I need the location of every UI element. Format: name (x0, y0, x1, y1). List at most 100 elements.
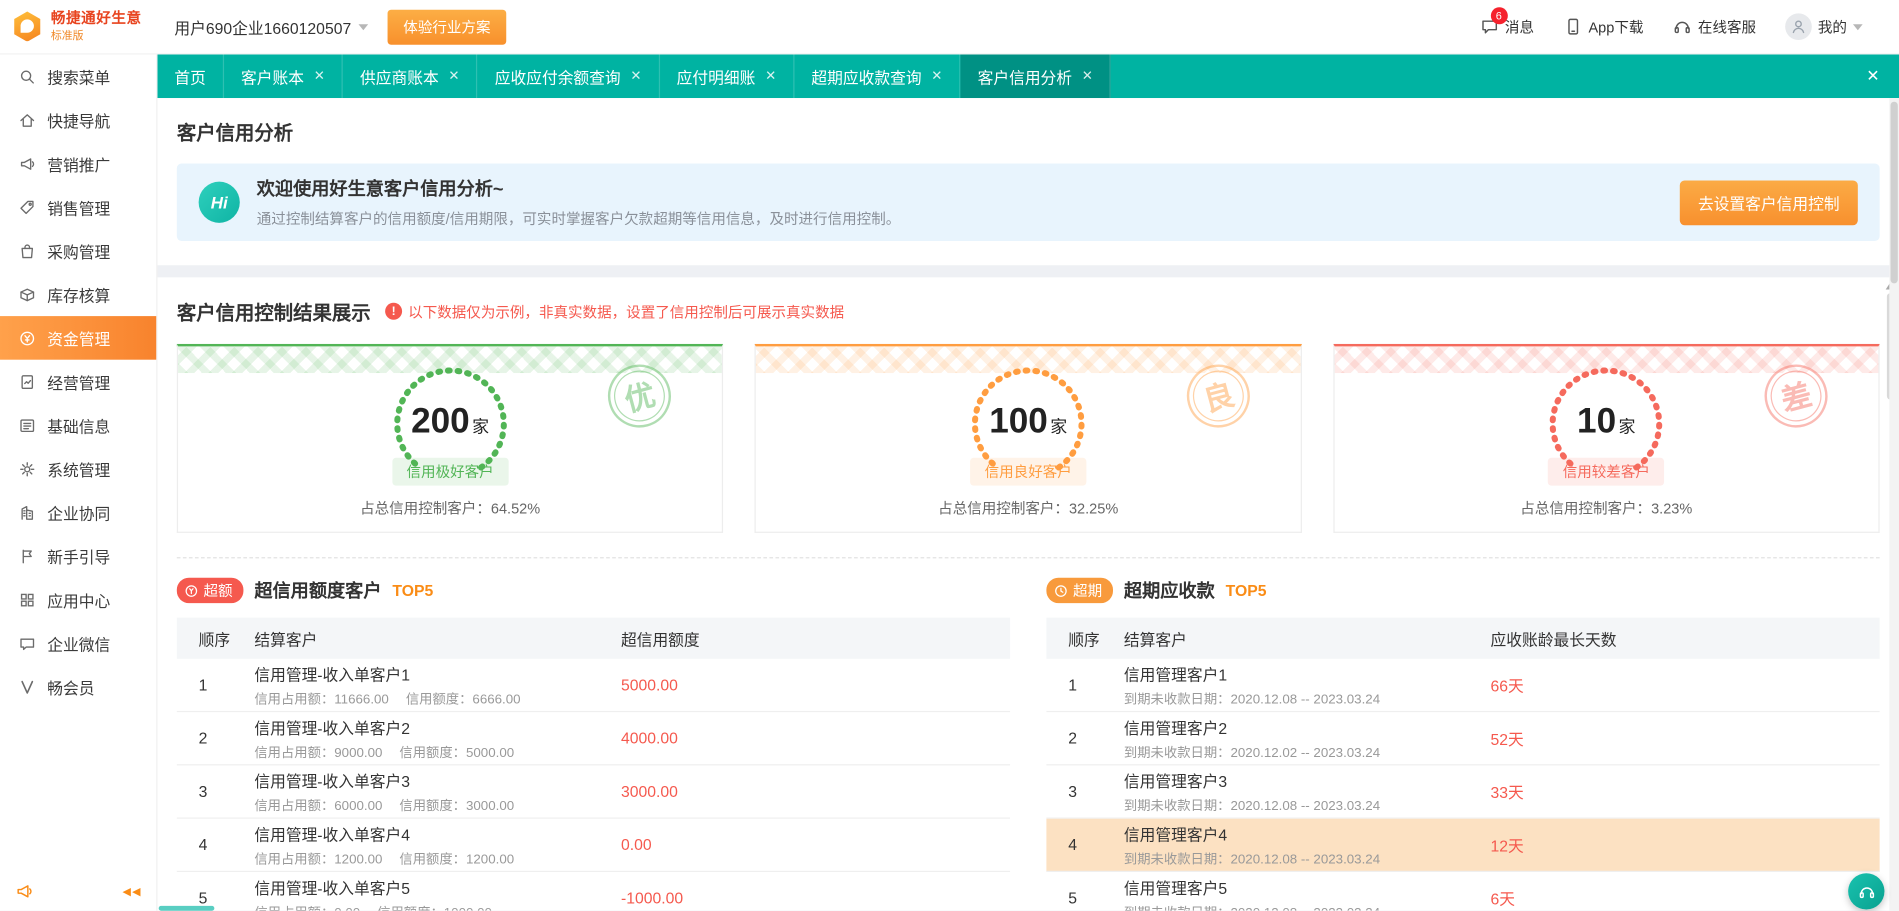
table-row[interactable]: 1 信用管理客户1 到期未收款日期：2020.12.08 -- 2023.03.… (1046, 659, 1880, 713)
credit-limit: 信用额度：6666.00 (405, 692, 521, 707)
sidebar-item-collaboration[interactable]: 企业协同 (0, 490, 156, 534)
clock-icon (1055, 584, 1067, 597)
credit-card-good: 良 100 家 信用良好客户 占总信用控制客户：32.25% (754, 343, 1302, 533)
banner-title: 欢迎使用好生意客户信用分析~ (256, 179, 504, 200)
table-row[interactable]: 5 信用管理-收入单客户5 信用占用额：0.00 信用额度：1000.00 -10… (177, 872, 1010, 911)
phone-icon (1567, 18, 1578, 35)
page-credit-analysis: 客户信用分析 Hi 欢迎使用好生意客户信用分析~ 通过控制结算客户的信用额度/信… (157, 98, 1899, 911)
trial-solution-button[interactable]: 体验行业方案 (387, 9, 507, 45)
credit-occupied: 信用占用额：11666.00 (254, 692, 389, 707)
collapse-sidebar-icon[interactable] (123, 885, 142, 898)
row-index: 2 (198, 729, 208, 748)
credit-level-badge: 信用极好客户 (391, 457, 509, 486)
app-download-button[interactable]: App下载 (1563, 16, 1643, 37)
customer-count: 200 (411, 402, 470, 441)
sidebar-item-search-menu[interactable]: 搜索菜单 (0, 54, 156, 98)
tab-label: 超期应收款查询 (811, 68, 922, 87)
table-row-highlighted[interactable]: 4 信用管理客户4 到期未收款日期：2020.12.08 -- 2023.03.… (1046, 818, 1880, 872)
tab-close-icon[interactable] (630, 70, 641, 83)
horizontal-scrollbar-thumb[interactable] (158, 905, 215, 911)
tab-close-icon[interactable] (448, 70, 459, 83)
sidebar-item-guide[interactable]: 新手引导 (0, 534, 156, 578)
overdue-period: 到期未收款日期：2020.12.08 -- 2023.03.24 (1123, 798, 1381, 814)
online-support-button[interactable]: 在线客服 (1672, 16, 1756, 37)
sidebar-item-inventory[interactable]: 库存核算 (0, 272, 156, 316)
setup-credit-control-button[interactable]: 去设置客户信用控制 (1679, 179, 1858, 225)
tab-supplier-ledger[interactable]: 供应商账本 (343, 54, 478, 99)
profile-button[interactable]: 我的 (1785, 13, 1863, 40)
logo-edition-badge: 标准版 (50, 28, 84, 41)
grid-icon (20, 593, 34, 606)
tab-customer-ledger[interactable]: 客户账本 (224, 54, 344, 99)
tab-close-icon[interactable] (765, 70, 776, 83)
sidebar-item-operations[interactable]: 经营管理 (0, 360, 156, 404)
tab-close-icon[interactable] (931, 70, 942, 83)
sidebar-item-sales[interactable]: 销售管理 (0, 185, 156, 229)
sidebar-item-label: 经营管理 (47, 373, 111, 392)
announcement-icon[interactable] (15, 882, 34, 901)
tab-close-icon[interactable] (1082, 70, 1093, 83)
badge-label: 超期 (1073, 582, 1103, 600)
customer-name: 信用管理客户3 (1123, 772, 1228, 791)
tab-close-icon[interactable] (314, 70, 325, 83)
sidebar-item-label: 畅会员 (47, 678, 95, 697)
credit-cards: 优 200 家 信用极好客户 占总信用控制客户：64.52% 良 100 家 信… (176, 343, 1880, 533)
tab-ap-detail[interactable]: 应付明细账 (660, 54, 795, 99)
table-row[interactable]: 1 信用管理-收入单客户1 信用占用额：11666.00 信用额度：6666.00… (176, 659, 1011, 713)
table-row[interactable]: 2 信用管理-收入单客户2 信用占用额：9000.00 信用额度：5000.00 … (176, 712, 1011, 766)
share-text: 占总信用控制客户：32.25% (938, 500, 1119, 518)
tab-ar-ap-balance[interactable]: 应收应付余额查询 (478, 54, 660, 99)
sidebar-item-member[interactable]: 畅会员 (0, 665, 156, 709)
column-header: 顺序 (1068, 630, 1100, 649)
close-all-tabs-icon[interactable] (1866, 67, 1879, 86)
row-index: 4 (198, 835, 208, 854)
sidebar-item-app-center[interactable]: 应用中心 (0, 578, 156, 622)
section-header: 客户信用控制结果展示 以下数据仅为示例，非真实数据，设置了信用控制后可展示真实数… (177, 297, 1880, 326)
sidebar-item-label: 系统管理 (47, 460, 111, 479)
table-row[interactable]: 5 信用管理客户5 到期未收款日期：2020.12.08 -- 2023.03.… (1046, 872, 1879, 911)
credit-limit: 信用额度：1200.00 (399, 852, 515, 867)
messages-button[interactable]: 6 消息 (1479, 6, 1534, 37)
window-scrollbar-thumb[interactable] (1890, 101, 1898, 284)
table-row[interactable]: 3 信用管理-收入单客户3 信用占用额：6000.00 信用额度：3000.00 … (176, 765, 1011, 819)
member-v-icon (21, 680, 34, 694)
table-column-headers: 顺序 结算客户 超信用额度 (176, 617, 1011, 659)
sidebar-item-system[interactable]: 系统管理 (0, 447, 156, 491)
customer-name: 信用管理-收入单客户1 (254, 665, 411, 684)
content-card: 客户信用控制结果展示 以下数据仅为示例，非真实数据，设置了信用控制后可展示真实数… (157, 277, 1899, 911)
tab-label: 客户账本 (241, 68, 305, 87)
table-row[interactable]: 2 信用管理客户2 到期未收款日期：2020.12.02 -- 2023.03.… (1046, 712, 1880, 766)
sidebar-item-label: 库存核算 (47, 286, 111, 305)
share-text: 占总信用控制客户：3.23% (1520, 500, 1693, 518)
tab-credit-analysis[interactable]: 客户信用分析 (960, 54, 1112, 99)
account-selector[interactable]: 用户690企业1660120507 (174, 15, 369, 38)
sidebar-item-purchasing[interactable]: 采购管理 (0, 229, 156, 273)
credit-card-excellent: 优 200 家 信用极好客户 占总信用控制客户：64.52% (176, 343, 724, 533)
customer-name: 信用管理-收入单客户4 (254, 825, 411, 844)
table-row[interactable]: 4 信用管理-收入单客户4 信用占用额：1200.00 信用额度：1200.00 … (176, 819, 1011, 872)
sidebar-item-base-info[interactable]: 基础信息 (0, 403, 156, 447)
sidebar-item-label: 采购管理 (47, 242, 111, 261)
row-index: 5 (198, 888, 208, 908)
floating-service-button[interactable] (1848, 873, 1885, 910)
tag-icon (20, 200, 34, 214)
table-row[interactable]: 3 信用管理客户3 到期未收款日期：2020.12.08 -- 2023.03.… (1046, 765, 1880, 819)
sidebar-item-marketing[interactable]: 营销推广 (0, 142, 156, 186)
chevron-down-icon (1852, 23, 1863, 30)
dashed-divider (176, 557, 1880, 559)
tab-overdue-ar-query[interactable]: 超期应收款查询 (794, 54, 961, 99)
customer-name: 信用管理客户5 (1123, 878, 1228, 897)
tab-actions (1866, 54, 1899, 98)
main-area: 首页 客户账本 供应商账本 应收应付余额查询 应付明细账 超期应收款查询 (157, 54, 1899, 911)
over-limit-badge: 超额 (176, 577, 244, 604)
sidebar-item-funds[interactable]: 资金管理 (0, 316, 157, 360)
table-title: 超期应收款 (1123, 581, 1215, 602)
tab-home[interactable]: 首页 (157, 54, 225, 99)
messages-label: 消息 (1504, 18, 1534, 36)
sidebar-item-wecom[interactable]: 企业微信 (0, 621, 156, 665)
sidebar-item-label: 企业协同 (47, 504, 111, 523)
building-icon (21, 505, 34, 520)
seal-char: 差 (1777, 378, 1816, 419)
over-amount: 0.00 (620, 835, 652, 854)
sidebar-item-quick-nav[interactable]: 快捷导航 (0, 98, 156, 142)
